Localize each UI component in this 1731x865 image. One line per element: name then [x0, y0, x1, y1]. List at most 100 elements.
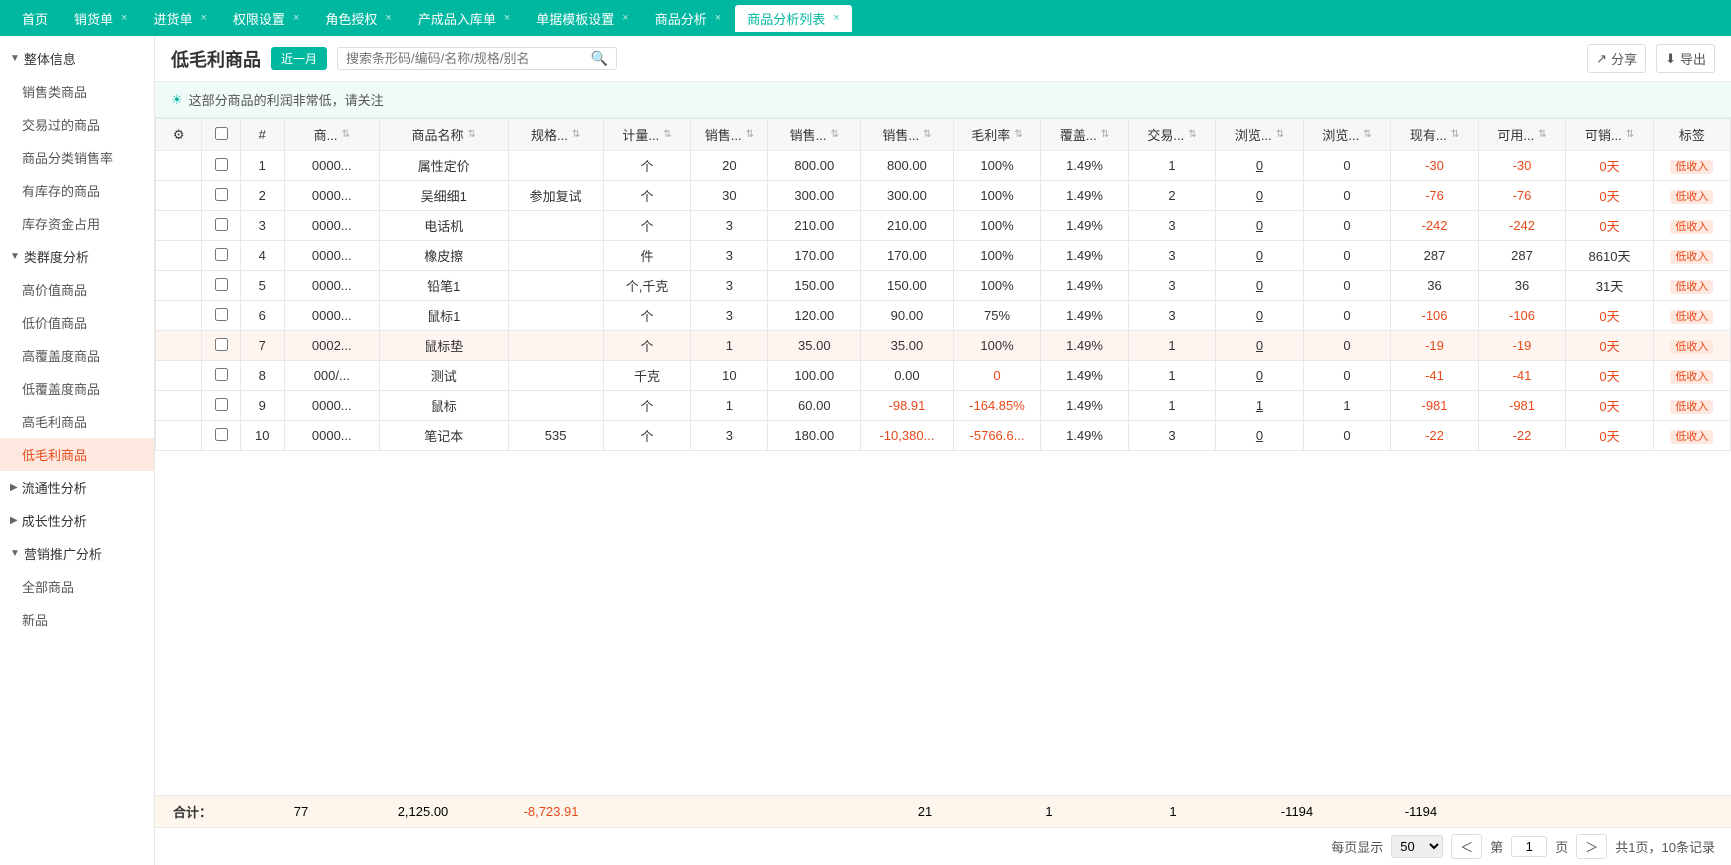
cell-check[interactable] [202, 211, 241, 241]
row-checkbox[interactable] [215, 368, 228, 381]
cell-check[interactable] [202, 241, 241, 271]
nav-template-settings[interactable]: 单据模板设置 × [524, 5, 640, 32]
cell-view1[interactable]: 0 [1216, 361, 1304, 391]
sidebar-item-high-margin[interactable]: 高毛利商品 [0, 405, 154, 438]
share-button[interactable]: ↗ 分享 [1587, 44, 1646, 73]
col-header-sale-profit[interactable]: 销售...⇅ [861, 119, 954, 151]
row-checkbox[interactable] [215, 248, 228, 261]
row-checkbox[interactable] [215, 398, 228, 411]
cell-view1[interactable]: 0 [1216, 241, 1304, 271]
cell-view1[interactable]: 0 [1216, 151, 1304, 181]
cell-available: -41 [1478, 361, 1566, 391]
cell-sale-profit: 170.00 [861, 241, 954, 271]
col-header-name[interactable]: 商品名称⇅ [379, 119, 508, 151]
nav-product-analysis[interactable]: 商品分析 × [643, 5, 733, 32]
col-header-unit[interactable]: 计量...⇅ [603, 119, 691, 151]
col-header-profit-rate[interactable]: 毛利率⇅ [953, 119, 1041, 151]
col-header-spec[interactable]: 规格...⇅ [508, 119, 603, 151]
page-number-input[interactable] [1511, 836, 1547, 857]
sidebar-group-overall[interactable]: ▼ 整体信息 [0, 42, 154, 75]
next-page-button[interactable]: ＞ [1576, 834, 1607, 859]
cell-name: 笔记本 [379, 421, 508, 451]
col-header-sellable-days[interactable]: 可销...⇅ [1566, 119, 1654, 151]
cell-name: 鼠标1 [379, 301, 508, 331]
data-table-wrapper[interactable]: ⚙ # 商...⇅ 商品名称⇅ 规格...⇅ 计量... [155, 118, 1731, 795]
nav-product-analysis-list[interactable]: 商品分析列表 × [735, 5, 851, 32]
nav-purchase-order[interactable]: 进货单 × [141, 5, 218, 32]
row-checkbox[interactable] [215, 158, 228, 171]
close-icon[interactable]: × [200, 12, 206, 24]
col-header-view2[interactable]: 浏览...⇅ [1303, 119, 1391, 151]
sidebar-group-growth[interactable]: ▶ 成长性分析 [0, 504, 154, 537]
close-icon[interactable]: × [121, 12, 127, 24]
sidebar-item-high-value[interactable]: 高价值商品 [0, 273, 154, 306]
col-header-trade[interactable]: 交易...⇅ [1128, 119, 1216, 151]
cell-check[interactable] [202, 421, 241, 451]
close-icon[interactable]: × [715, 12, 721, 24]
nav-home[interactable]: 首页 [10, 5, 60, 32]
col-header-sale-price[interactable]: 销售...⇅ [768, 119, 861, 151]
col-header-coverage[interactable]: 覆盖...⇅ [1041, 119, 1129, 151]
row-checkbox[interactable] [215, 188, 228, 201]
sidebar-item-low-value[interactable]: 低价值商品 [0, 306, 154, 339]
sidebar-item-high-coverage[interactable]: 高覆盖度商品 [0, 339, 154, 372]
sidebar-item-new-products[interactable]: 新品 [0, 603, 154, 636]
cell-view1[interactable]: 1 [1216, 391, 1304, 421]
cell-view1[interactable]: 0 [1216, 271, 1304, 301]
cell-view1[interactable]: 0 [1216, 181, 1304, 211]
col-header-settings[interactable]: ⚙ [156, 119, 202, 151]
cell-check[interactable] [202, 331, 241, 361]
close-icon[interactable]: × [622, 12, 628, 24]
sidebar-item-low-margin[interactable]: 低毛利商品 [0, 438, 154, 471]
table-row: 6 0000... 鼠标1 个 3 120.00 90.00 75% 1.49%… [156, 301, 1731, 331]
col-header-available-stock[interactable]: 可用...⇅ [1478, 119, 1566, 151]
cell-check[interactable] [202, 181, 241, 211]
close-icon[interactable]: × [385, 12, 391, 24]
cell-view1[interactable]: 0 [1216, 331, 1304, 361]
close-icon[interactable]: × [504, 12, 510, 24]
sidebar-item-traded-products[interactable]: 交易过的商品 [0, 108, 154, 141]
row-checkbox[interactable] [215, 428, 228, 441]
row-checkbox[interactable] [215, 308, 228, 321]
cell-check[interactable] [202, 391, 241, 421]
nav-product-entry[interactable]: 产成品入库单 × [406, 5, 522, 32]
close-icon[interactable]: × [833, 12, 839, 24]
cell-check[interactable] [202, 271, 241, 301]
cell-view1[interactable]: 0 [1216, 421, 1304, 451]
col-header-view1[interactable]: 浏览...⇅ [1216, 119, 1304, 151]
page-size-select[interactable]: 50 100 200 [1391, 835, 1443, 858]
search-input[interactable] [346, 51, 591, 66]
close-icon[interactable]: × [293, 12, 299, 24]
select-all-checkbox[interactable] [215, 127, 228, 140]
cell-check[interactable] [202, 361, 241, 391]
cell-view1[interactable]: 0 [1216, 211, 1304, 241]
cell-view1[interactable]: 0 [1216, 301, 1304, 331]
nav-role-auth[interactable]: 角色授权 × [313, 5, 403, 32]
cell-spec [508, 151, 603, 181]
col-header-code[interactable]: 商...⇅ [284, 119, 379, 151]
cell-profit-rate: 100% [953, 241, 1041, 271]
date-filter-button[interactable]: 近一月 [271, 47, 327, 70]
export-button[interactable]: ⬇ 导出 [1656, 44, 1715, 73]
sidebar-item-low-coverage[interactable]: 低覆盖度商品 [0, 372, 154, 405]
col-header-check[interactable] [202, 119, 241, 151]
row-checkbox[interactable] [215, 338, 228, 351]
sidebar-item-all-products[interactable]: 全部商品 [0, 570, 154, 603]
row-checkbox[interactable] [215, 278, 228, 291]
cell-check[interactable] [202, 151, 241, 181]
row-checkbox[interactable] [215, 218, 228, 231]
sidebar-item-sales-products[interactable]: 销售类商品 [0, 75, 154, 108]
sidebar-group-cluster[interactable]: ▼ 类群度分析 [0, 240, 154, 273]
prev-page-button[interactable]: ＜ [1451, 834, 1482, 859]
col-header-sale-qty[interactable]: 销售...⇅ [691, 119, 768, 151]
sidebar-item-category-sales-rate[interactable]: 商品分类销售率 [0, 141, 154, 174]
cell-check[interactable] [202, 301, 241, 331]
sidebar-group-marketing[interactable]: ▼ 营销推广分析 [0, 537, 154, 570]
nav-permissions[interactable]: 权限设置 × [221, 5, 311, 32]
nav-sales-order[interactable]: 销货单 × [62, 5, 139, 32]
cell-num: 4 [240, 241, 284, 271]
sidebar-item-stock-capital[interactable]: 库存资金占用 [0, 207, 154, 240]
col-header-current-stock[interactable]: 现有...⇅ [1391, 119, 1479, 151]
sidebar-item-in-stock[interactable]: 有库存的商品 [0, 174, 154, 207]
sidebar-group-liquidity[interactable]: ▶ 流通性分析 [0, 471, 154, 504]
